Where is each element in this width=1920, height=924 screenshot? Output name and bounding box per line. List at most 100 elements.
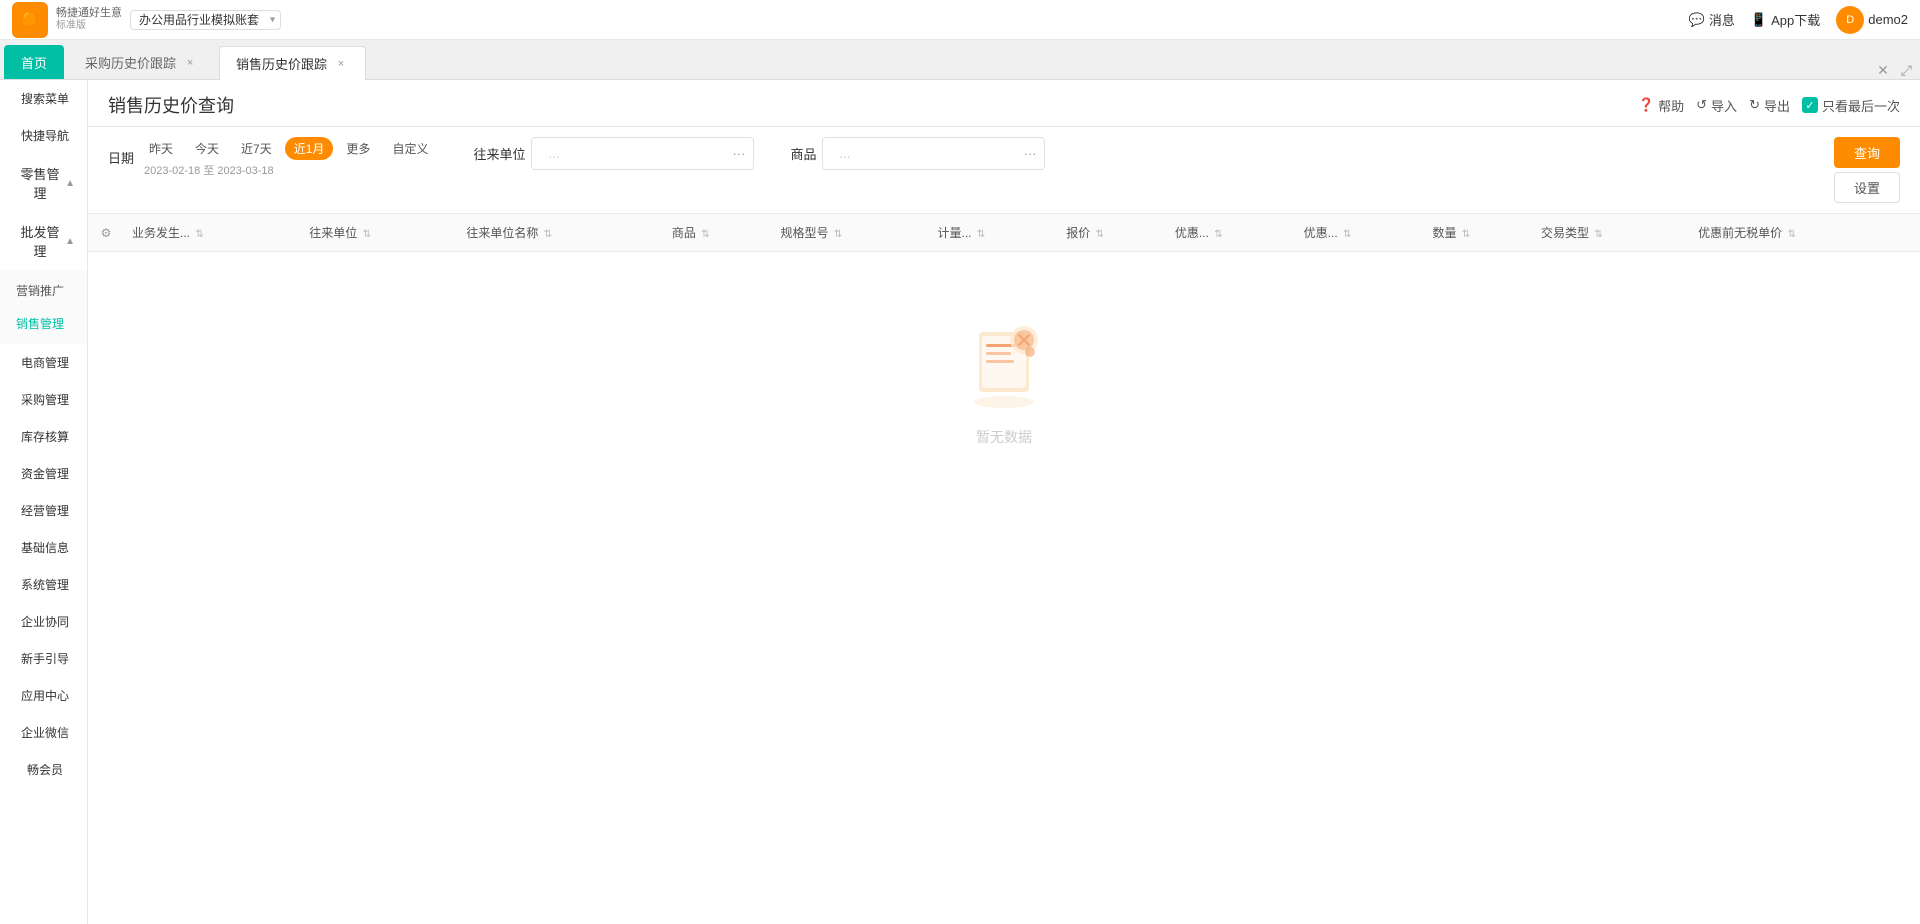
th-partner-code[interactable]: 往来单位 ⇅: [301, 214, 458, 252]
export-icon: ↻: [1749, 97, 1760, 113]
filter-bar: 日期 昨天 今天 近7天 近1月 更多 自定义 2023-02-18 至 202…: [88, 127, 1920, 214]
date-btn-more[interactable]: 更多: [337, 137, 379, 160]
help-icon: ❓: [1638, 97, 1654, 113]
logo-icon: 🟠: [12, 2, 48, 38]
sidebar-item-search-menu[interactable]: 搜索菜单: [0, 80, 87, 117]
sort-discount-amount: ⇅: [1343, 229, 1351, 240]
sidebar: 搜索菜单 快捷导航 零售管理 ▲ 批发管理 ▲ 营销推广 销售管理 电商管理 采…: [0, 80, 88, 924]
query-button[interactable]: 查询: [1834, 137, 1900, 168]
th-discount-rate[interactable]: 优惠... ⇅: [1167, 214, 1296, 252]
sidebar-item-finance[interactable]: 资金管理: [0, 455, 87, 492]
search-menu-label: 搜索菜单: [21, 90, 69, 107]
tab-sales-history[interactable]: 销售历史价跟踪 ×: [219, 46, 366, 80]
sort-partner-code: ⇅: [363, 229, 371, 240]
table-gear-icon[interactable]: ⚙: [101, 226, 112, 240]
data-table: ⚙ 业务发生... ⇅ 往来单位 ⇅ 往来单位名称 ⇅: [88, 214, 1920, 252]
sidebar-item-purchase[interactable]: 采购管理: [0, 381, 87, 418]
breadcrumb-select[interactable]: 办公用品行业模拟账套: [130, 10, 281, 30]
th-discount-amount[interactable]: 优惠... ⇅: [1296, 214, 1425, 252]
maximize-icon[interactable]: ⤢: [1901, 62, 1912, 79]
sidebar-item-marketing[interactable]: 营销推广: [0, 274, 87, 307]
product-lookup-icon[interactable]: ···: [1023, 146, 1036, 161]
sidebar-item-wholesale[interactable]: 批发管理 ▲: [0, 212, 87, 270]
th-unit[interactable]: 计量... ⇅: [930, 214, 1059, 252]
sort-partner-name: ⇅: [544, 229, 552, 240]
tab-home[interactable]: 首页: [4, 45, 64, 79]
main-layout: 搜索菜单 快捷导航 零售管理 ▲ 批发管理 ▲ 营销推广 销售管理 电商管理 采…: [0, 80, 1920, 924]
table-header-row: ⚙ 业务发生... ⇅ 往来单位 ⇅ 往来单位名称 ⇅: [88, 214, 1920, 252]
th-trade-type[interactable]: 交易类型 ⇅: [1533, 214, 1690, 252]
sort-quoted-price: ⇅: [1096, 229, 1104, 240]
page-actions: ❓ 帮助 ↺ 导入 ↻ 导出 ✓ 只看最后一次: [1638, 96, 1900, 115]
date-label: 日期: [108, 148, 134, 167]
sort-spec: ⇅: [834, 229, 842, 240]
close-all-tabs-icon[interactable]: ✕: [1877, 62, 1889, 79]
empty-state: 暂无数据: [88, 252, 1920, 507]
th-quoted-price[interactable]: 报价 ⇅: [1058, 214, 1167, 252]
message-icon: 💬: [1689, 12, 1705, 28]
th-quantity[interactable]: 数量 ⇅: [1424, 214, 1533, 252]
close-purchase-tab[interactable]: ×: [182, 55, 198, 71]
empty-svg: [954, 312, 1054, 412]
phone-icon: 📱: [1751, 12, 1767, 28]
sidebar-item-system[interactable]: 系统管理: [0, 566, 87, 603]
date-btn-custom[interactable]: 自定义: [383, 137, 437, 160]
user-menu[interactable]: D demo2: [1836, 6, 1908, 34]
partner-lookup-icon[interactable]: ···: [732, 146, 745, 161]
app-name: 畅捷通好生意 标准版: [56, 7, 122, 32]
date-filter: 日期 昨天 今天 近7天 近1月 更多 自定义 2023-02-18 至 202…: [108, 137, 437, 178]
sidebar-item-guide[interactable]: 新手引导: [0, 640, 87, 677]
message-btn[interactable]: 💬 消息: [1689, 10, 1735, 29]
avatar: D: [1836, 6, 1864, 34]
action-btns: 查询 设置: [1834, 137, 1900, 203]
checkbox-icon: ✓: [1802, 97, 1818, 113]
sidebar-item-operations[interactable]: 经营管理: [0, 492, 87, 529]
sidebar-item-retail[interactable]: 零售管理 ▲: [0, 154, 87, 212]
date-btn-yesterday[interactable]: 昨天: [140, 137, 182, 160]
topbar-left: 🟠 畅捷通好生意 标准版 办公用品行业模拟账套: [12, 2, 281, 38]
date-btn-7days[interactable]: 近7天: [232, 137, 281, 160]
empty-text: 暂无数据: [976, 427, 1032, 447]
th-spec[interactable]: 规格型号 ⇅: [772, 214, 929, 252]
th-pretax-price[interactable]: 优惠前无税单价 ⇅: [1690, 214, 1920, 252]
sidebar-item-quick-nav[interactable]: 快捷导航: [0, 117, 87, 154]
sort-discount-rate: ⇅: [1214, 229, 1222, 240]
sort-unit: ⇅: [977, 229, 985, 240]
partner-label: 往来单位: [473, 144, 525, 163]
sidebar-item-inventory[interactable]: 库存核算: [0, 418, 87, 455]
product-label: 商品: [790, 144, 816, 163]
help-btn[interactable]: ❓ 帮助: [1638, 96, 1684, 115]
product-filter: 商品 ···: [790, 137, 1045, 170]
sidebar-item-basic-info[interactable]: 基础信息: [0, 529, 87, 566]
sidebar-item-app-center[interactable]: 应用中心: [0, 677, 87, 714]
date-btn-today[interactable]: 今天: [186, 137, 228, 160]
quick-nav-label: 快捷导航: [21, 127, 69, 144]
content-area: 销售历史价查询 ❓ 帮助 ↺ 导入 ↻ 导出 ✓ 只看最后一次: [88, 80, 1920, 924]
export-btn[interactable]: ↻ 导出: [1749, 96, 1790, 115]
tab-sales-label: 销售历史价跟踪: [236, 54, 327, 73]
page-title: 销售历史价查询: [108, 92, 234, 118]
th-partner-name[interactable]: 往来单位名称 ⇅: [458, 214, 664, 252]
settings-button[interactable]: 设置: [1834, 172, 1900, 203]
sort-product: ⇅: [701, 229, 709, 240]
sidebar-item-wechat[interactable]: 企业微信: [0, 714, 87, 751]
only-last-checkbox[interactable]: ✓ 只看最后一次: [1802, 96, 1900, 115]
sidebar-item-member[interactable]: 畅会员: [0, 751, 87, 788]
close-sales-tab[interactable]: ×: [333, 56, 349, 72]
th-biz-date[interactable]: 业务发生... ⇅: [124, 214, 301, 252]
date-btn-1month[interactable]: 近1月: [285, 137, 334, 160]
sort-biz-date: ⇅: [195, 229, 203, 240]
date-buttons: 昨天 今天 近7天 近1月 更多 自定义: [140, 137, 437, 160]
breadcrumb[interactable]: 办公用品行业模拟账套: [130, 10, 281, 30]
import-btn[interactable]: ↺ 导入: [1696, 96, 1737, 115]
app-download-btn[interactable]: 📱 App下载: [1751, 10, 1820, 29]
product-input[interactable]: [831, 142, 1023, 165]
date-range-display: 2023-02-18 至 2023-03-18: [140, 162, 437, 178]
partner-input[interactable]: [540, 142, 732, 165]
tab-purchase-history[interactable]: 采购历史价跟踪 ×: [68, 45, 215, 79]
wholesale-submenu: 营销推广 销售管理: [0, 270, 87, 344]
sidebar-item-enterprise[interactable]: 企业协同: [0, 603, 87, 640]
sidebar-item-ecommerce[interactable]: 电商管理: [0, 344, 87, 381]
sidebar-item-sales-mgmt[interactable]: 销售管理: [0, 307, 87, 340]
th-product[interactable]: 商品 ⇅: [664, 214, 773, 252]
